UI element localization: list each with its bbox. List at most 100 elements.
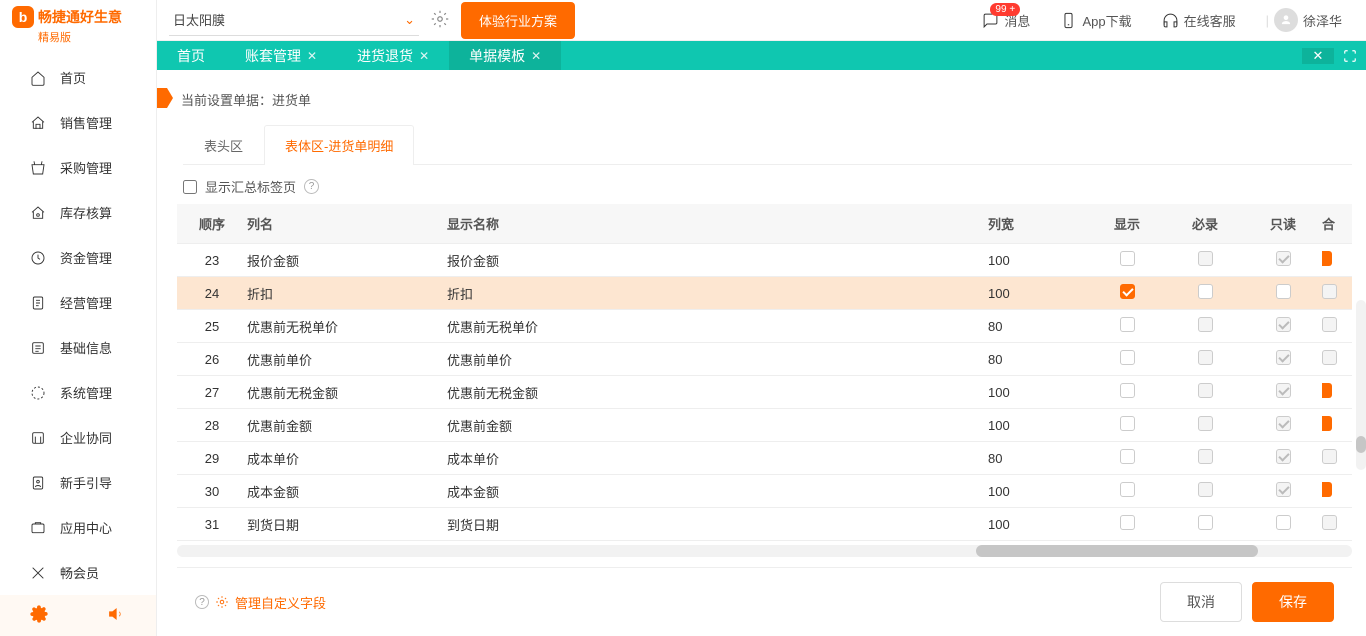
horizontal-scrollbar[interactable] xyxy=(177,545,1352,557)
checkbox[interactable] xyxy=(1120,416,1135,431)
checkbox[interactable] xyxy=(1120,251,1135,266)
trial-button[interactable]: 体验行业方案 xyxy=(461,2,575,39)
checkbox[interactable] xyxy=(1198,515,1213,530)
th-required: 必录 xyxy=(1166,214,1244,233)
checkbox[interactable] xyxy=(1198,284,1213,299)
sidebar-item-4[interactable]: 资金管理 xyxy=(0,235,156,280)
sidebar: b 畅捷通好生意 精易版 首页销售管理采购管理库存核算资金管理经营管理基础信息系… xyxy=(0,0,157,636)
table-row[interactable]: 30成本金额成本金额100 xyxy=(177,475,1352,508)
support-button[interactable]: 在线客服 xyxy=(1162,11,1236,30)
table-row[interactable]: 26优惠前单价优惠前单价80 xyxy=(177,343,1352,376)
checkbox xyxy=(1198,251,1213,266)
sidebar-footer xyxy=(0,595,156,636)
summary-checkbox[interactable] xyxy=(183,180,197,194)
checkbox xyxy=(1276,251,1291,266)
subtab-header[interactable]: 表头区 xyxy=(183,125,264,165)
ribbon-icon xyxy=(157,88,167,108)
th-col: 列名 xyxy=(247,214,447,233)
checkbox xyxy=(1198,449,1213,464)
checkbox xyxy=(1198,317,1213,332)
checkbox xyxy=(1276,449,1291,464)
th-disp: 显示名称 xyxy=(447,214,988,233)
checkbox xyxy=(1198,482,1213,497)
sidebar-item-11[interactable]: 畅会员 xyxy=(0,550,156,595)
indicator-icon xyxy=(1322,251,1332,266)
logo-brand: 畅捷通好生意 xyxy=(38,7,122,27)
sidebar-item-1[interactable]: 销售管理 xyxy=(0,100,156,145)
volume-icon[interactable] xyxy=(108,605,126,626)
checkbox[interactable] xyxy=(1276,284,1291,299)
tab-2[interactable]: 进货退货✕ xyxy=(337,41,449,70)
cancel-button[interactable]: 取消 xyxy=(1160,582,1242,622)
user-menu[interactable]: | 徐泽华 xyxy=(1266,8,1342,32)
th-show: 显示 xyxy=(1088,214,1166,233)
checkbox[interactable] xyxy=(1120,284,1135,299)
vertical-scrollbar[interactable] xyxy=(1356,300,1366,470)
logo-mark: b xyxy=(12,6,34,28)
sidebar-item-8[interactable]: 企业协同 xyxy=(0,415,156,460)
tab-0[interactable]: 首页 xyxy=(157,41,225,70)
checkbox[interactable] xyxy=(1276,515,1291,530)
checkbox xyxy=(1276,317,1291,332)
sidebar-item-9[interactable]: 新手引导 xyxy=(0,460,156,505)
checkbox[interactable] xyxy=(1120,350,1135,365)
messages-button[interactable]: 99 + 消息 xyxy=(982,11,1030,30)
th-width: 列宽 xyxy=(988,214,1088,233)
checkbox xyxy=(1276,482,1291,497)
sidebar-item-7[interactable]: 系统管理 xyxy=(0,370,156,415)
help-icon[interactable]: ? xyxy=(304,179,319,194)
table-row[interactable]: 24折扣折扣100 xyxy=(177,277,1352,310)
checkbox xyxy=(1198,350,1213,365)
th-total: 合 xyxy=(1322,214,1352,233)
table-row[interactable]: 27优惠前无税金额优惠前无税金额100 xyxy=(177,376,1352,409)
tab-1[interactable]: 账套管理✕ xyxy=(225,41,337,70)
tab-close-icon[interactable]: ✕ xyxy=(307,49,317,63)
settings-icon[interactable] xyxy=(30,605,48,626)
sidebar-item-3[interactable]: 库存核算 xyxy=(0,190,156,235)
checkbox xyxy=(1276,350,1291,365)
chevron-down-icon: ⌄ xyxy=(404,12,415,28)
sidebar-item-5[interactable]: 经营管理 xyxy=(0,280,156,325)
app-download-button[interactable]: App下载 xyxy=(1060,11,1131,30)
table-row[interactable]: 25优惠前无税单价优惠前无税单价80 xyxy=(177,310,1352,343)
manage-custom-fields-link[interactable]: ? 管理自定义字段 xyxy=(195,593,326,612)
sidebar-item-2[interactable]: 采购管理 xyxy=(0,145,156,190)
gear-icon[interactable] xyxy=(431,10,449,31)
checkbox[interactable] xyxy=(1120,449,1135,464)
footer: ? 管理自定义字段 取消 保存 xyxy=(177,567,1352,622)
table-row[interactable]: 31到货日期到货日期100 xyxy=(177,508,1352,541)
checkbox[interactable] xyxy=(1120,383,1135,398)
checkbox[interactable] xyxy=(1120,482,1135,497)
tab-close-icon[interactable]: ✕ xyxy=(419,49,429,63)
sidebar-item-0[interactable]: 首页 xyxy=(0,55,156,100)
company-select[interactable]: 日太阳膜 ⌄ xyxy=(169,4,419,36)
indicator-icon xyxy=(1322,416,1332,431)
company-name: 日太阳膜 xyxy=(173,10,225,29)
logo: b 畅捷通好生意 精易版 xyxy=(0,0,156,51)
th-readonly: 只读 xyxy=(1244,214,1322,233)
indicator-icon xyxy=(1322,482,1332,497)
logo-edition: 精易版 xyxy=(12,29,144,45)
breadcrumb: 当前设置单据：进货单 xyxy=(181,84,1352,109)
checkbox xyxy=(1276,383,1291,398)
close-all-tabs-button[interactable]: ✕ xyxy=(1302,48,1334,64)
checkbox[interactable] xyxy=(1120,515,1135,530)
checkbox xyxy=(1322,449,1337,464)
subtab-body[interactable]: 表体区-进货单明细 xyxy=(264,125,414,165)
sidebar-item-10[interactable]: 应用中心 xyxy=(0,505,156,550)
messages-badge: 99 + xyxy=(990,3,1020,16)
table-row[interactable]: 29成本单价成本单价80 xyxy=(177,442,1352,475)
sidebar-item-6[interactable]: 基础信息 xyxy=(0,325,156,370)
tab-3[interactable]: 单据模板✕ xyxy=(449,41,561,70)
fullscreen-button[interactable] xyxy=(1334,49,1366,63)
checkbox[interactable] xyxy=(1120,317,1135,332)
save-button[interactable]: 保存 xyxy=(1252,582,1334,622)
table-row[interactable]: 28优惠前金额优惠前金额100 xyxy=(177,409,1352,442)
tab-close-icon[interactable]: ✕ xyxy=(531,49,541,63)
table-row[interactable]: 23报价金额报价金额100 xyxy=(177,244,1352,277)
checkbox xyxy=(1276,416,1291,431)
summary-label: 显示汇总标签页 xyxy=(205,177,296,196)
topbar: 日太阳膜 ⌄ 体验行业方案 99 + 消息 App下载 在线客服 | xyxy=(157,0,1366,41)
th-seq: 顺序 xyxy=(177,214,247,233)
checkbox xyxy=(1322,284,1337,299)
